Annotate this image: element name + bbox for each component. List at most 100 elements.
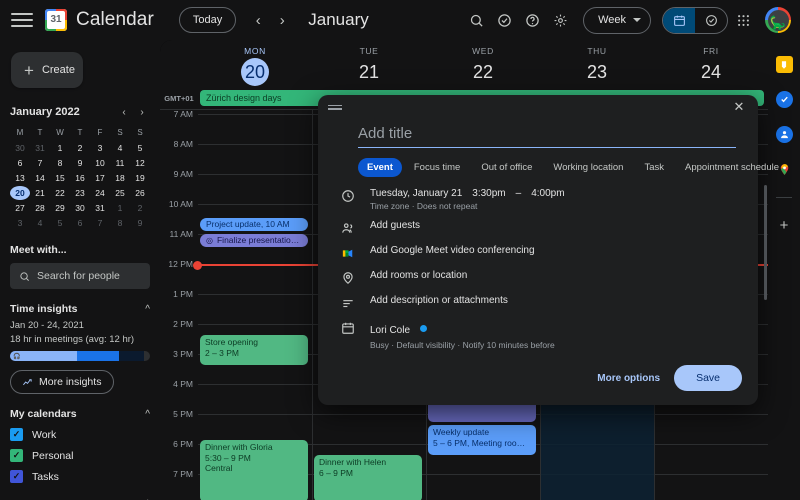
- today-button[interactable]: Today: [178, 7, 237, 33]
- mini-calendar-day[interactable]: 14: [30, 171, 50, 185]
- mini-calendar-day[interactable]: 21: [30, 186, 50, 200]
- calendar-event[interactable]: Project update, 10 AM: [200, 218, 308, 231]
- add-meet-row[interactable]: Add Google Meet video conferencing: [340, 245, 744, 261]
- chevron-right-icon[interactable]: ›: [270, 8, 294, 32]
- mini-calendar-day[interactable]: 19: [130, 171, 150, 185]
- event-type-tab[interactable]: Out of office: [472, 158, 541, 177]
- mini-calendar-day[interactable]: 20: [10, 186, 30, 200]
- hamburger-menu-icon[interactable]: [11, 9, 33, 31]
- mini-calendar-day[interactable]: 13: [10, 171, 30, 185]
- mini-calendar-day[interactable]: 1: [110, 201, 130, 215]
- help-icon[interactable]: [519, 7, 545, 33]
- google-keep-icon[interactable]: [775, 56, 793, 73]
- calendar-event[interactable]: Dinner with Helen 6 – 9 PM: [314, 455, 422, 500]
- mini-calendar-day[interactable]: 3: [10, 216, 30, 230]
- mini-calendar-day[interactable]: 9: [130, 216, 150, 230]
- mini-calendar-day[interactable]: 5: [50, 216, 70, 230]
- more-options-button[interactable]: More options: [597, 373, 660, 384]
- calendar-checkbox[interactable]: ✓: [10, 470, 23, 483]
- mini-calendar-day[interactable]: 30: [10, 141, 30, 155]
- mini-calendar-day[interactable]: 17: [90, 171, 110, 185]
- event-type-tab[interactable]: Working location: [544, 158, 632, 177]
- add-guests-row[interactable]: Add guests: [340, 220, 744, 236]
- calendar-event[interactable]: Store opening 2 – 3 PM: [200, 335, 308, 365]
- mini-calendar-day[interactable]: 10: [90, 156, 110, 170]
- google-contacts-icon[interactable]: [775, 126, 793, 143]
- mini-calendar-day[interactable]: 6: [10, 156, 30, 170]
- chevron-left-icon[interactable]: ‹: [246, 8, 270, 32]
- mini-calendar-day[interactable]: 31: [90, 201, 110, 215]
- mini-calendar-day[interactable]: 1: [50, 141, 70, 155]
- mini-calendar-day[interactable]: 5: [130, 141, 150, 155]
- calendar-list-item[interactable]: ✓ Tasks: [10, 470, 150, 483]
- chevron-up-icon[interactable]: ^: [145, 304, 150, 315]
- mini-calendar-day[interactable]: 26: [130, 186, 150, 200]
- gear-icon[interactable]: [547, 7, 573, 33]
- calendar-view-toggle[interactable]: [663, 7, 695, 33]
- google-tasks-icon[interactable]: [775, 91, 793, 108]
- mini-calendar-day[interactable]: 8: [110, 216, 130, 230]
- mini-calendar-day[interactable]: 15: [50, 171, 70, 185]
- calendar-event[interactable]: Weekly update 5 – 6 PM, Meeting room 2c: [428, 425, 536, 455]
- day-header-date[interactable]: 23: [583, 58, 611, 86]
- calendar-event[interactable]: ◎Finalize presentation, 10:: [200, 234, 308, 247]
- create-button[interactable]: + Create: [11, 52, 83, 88]
- day-header-date[interactable]: 21: [355, 58, 383, 86]
- mini-calendar-day[interactable]: 24: [90, 186, 110, 200]
- mini-calendar-day[interactable]: 4: [30, 216, 50, 230]
- mini-calendar-day[interactable]: 25: [110, 186, 130, 200]
- mini-calendar-day[interactable]: 22: [50, 186, 70, 200]
- support-icon[interactable]: [491, 7, 517, 33]
- calendar-checkbox[interactable]: ✓: [10, 449, 23, 462]
- mini-calendar-day[interactable]: 16: [70, 171, 90, 185]
- mini-calendar-day[interactable]: 8: [50, 156, 70, 170]
- mini-calendar-day[interactable]: 4: [110, 141, 130, 155]
- calendar-checkbox[interactable]: ✓: [10, 428, 23, 441]
- event-type-tab[interactable]: Task: [635, 158, 673, 177]
- mini-calendar-day[interactable]: 7: [90, 216, 110, 230]
- search-people-input[interactable]: Search for people: [10, 263, 150, 289]
- event-type-tab[interactable]: Appointment schedule: [676, 158, 788, 177]
- mini-calendar-day[interactable]: 3: [90, 141, 110, 155]
- event-owner-row[interactable]: Lori Cole Busy · Default visibility · No…: [340, 320, 744, 350]
- mini-calendar-next-icon[interactable]: ›: [134, 104, 150, 120]
- calendar-list-item[interactable]: ✓ Work: [10, 428, 150, 441]
- mini-calendar-day[interactable]: 18: [110, 171, 130, 185]
- view-selector[interactable]: Week: [583, 6, 651, 34]
- event-type-tab[interactable]: Event: [358, 158, 402, 177]
- calendar-list-item[interactable]: ✓ Personal: [10, 449, 150, 462]
- grid-scrollbar[interactable]: [764, 185, 767, 300]
- plus-icon[interactable]: +: [780, 217, 789, 234]
- drag-handle-icon[interactable]: [328, 104, 342, 110]
- add-location-row[interactable]: Add rooms or location: [340, 270, 744, 286]
- mini-calendar-day[interactable]: 28: [30, 201, 50, 215]
- mini-calendar-day[interactable]: 11: [110, 156, 130, 170]
- mini-calendar-day[interactable]: 30: [70, 201, 90, 215]
- search-icon[interactable]: [463, 7, 489, 33]
- close-icon[interactable]: ✕: [730, 98, 748, 116]
- calendar-event[interactable]: Dinner with Gloria 5:30 – 9 PM Central: [200, 440, 308, 500]
- mini-calendar-prev-icon[interactable]: ‹: [116, 104, 132, 120]
- event-title-input[interactable]: [358, 123, 736, 148]
- avatar[interactable]: 🦕: [765, 7, 791, 33]
- day-header-date[interactable]: 24: [697, 58, 725, 86]
- day-header-date[interactable]: 20: [241, 58, 269, 86]
- mini-calendar-day[interactable]: 7: [30, 156, 50, 170]
- mini-calendar-day[interactable]: 2: [130, 201, 150, 215]
- mini-calendar-day[interactable]: 12: [130, 156, 150, 170]
- add-description-row[interactable]: Add description or attachments: [340, 295, 744, 311]
- tasks-view-toggle[interactable]: [695, 8, 727, 33]
- apps-grid-icon[interactable]: [730, 7, 756, 33]
- mini-calendar-day[interactable]: 31: [30, 141, 50, 155]
- event-when-row[interactable]: Tuesday, January 21 3:30pm – 4:00pm Time…: [340, 188, 744, 211]
- mini-calendar-day[interactable]: 23: [70, 186, 90, 200]
- mini-calendar-day[interactable]: 6: [70, 216, 90, 230]
- mini-calendar-day[interactable]: 27: [10, 201, 30, 215]
- chevron-up-icon[interactable]: ^: [145, 409, 150, 420]
- mini-calendar-day[interactable]: 9: [70, 156, 90, 170]
- day-header-date[interactable]: 22: [469, 58, 497, 86]
- save-button[interactable]: Save: [674, 365, 742, 391]
- more-insights-button[interactable]: More insights: [10, 370, 114, 394]
- mini-calendar-day[interactable]: 29: [50, 201, 70, 215]
- event-type-tab[interactable]: Focus time: [405, 158, 469, 177]
